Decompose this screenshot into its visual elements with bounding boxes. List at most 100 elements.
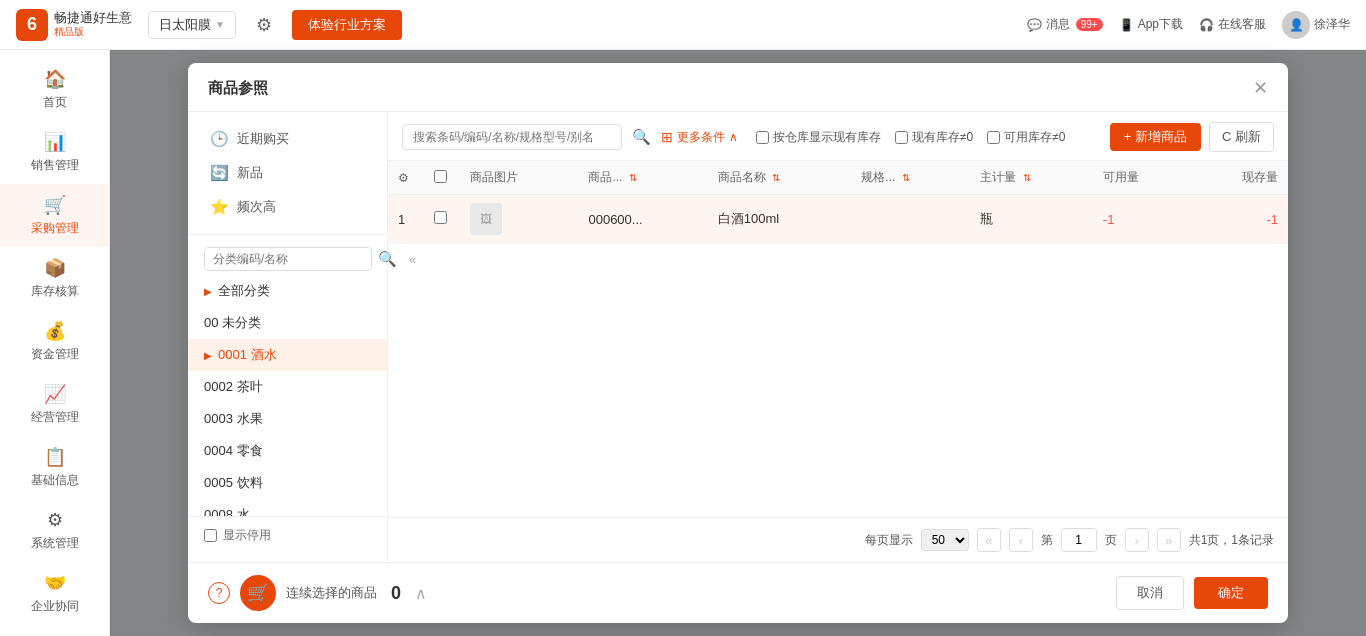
checkbox-warehouse-input[interactable] (756, 131, 769, 144)
quick-label-frequent: 频次高 (237, 198, 276, 216)
prev-page-button[interactable]: ‹ (1009, 528, 1033, 552)
category-item-0003[interactable]: 0003 水果 (188, 403, 387, 435)
service-nav-item[interactable]: 🎧 在线客服 (1199, 16, 1266, 33)
purchase-icon: 🛒 (44, 194, 66, 216)
category-search-bar: 🔍 (196, 243, 401, 275)
table-row[interactable]: 1 🖼 000600... 白酒100ml 瓶 (388, 195, 1288, 244)
checkbox-stock-nonzero-input[interactable] (895, 131, 908, 144)
modal-close-button[interactable]: ✕ (1253, 77, 1268, 99)
category-item-all[interactable]: ▶ 全部分类 (188, 275, 387, 307)
filter-checkboxes: 按仓库显示现有库存 现有库存≠0 可用库存≠0 (756, 129, 1066, 146)
cell-check[interactable] (424, 195, 460, 244)
checkbox-stock-nonzero[interactable]: 现有库存≠0 (895, 129, 973, 146)
new-icon: 🔄 (210, 164, 229, 182)
col-settings[interactable]: ⚙ (388, 161, 424, 195)
col-spec-label: 规格... (861, 170, 895, 184)
per-page-label: 每页显示 (865, 532, 913, 549)
col-available: 可用量 (1093, 161, 1191, 195)
cart-button[interactable]: 🛒 (240, 575, 276, 611)
frequent-icon: ⭐ (210, 198, 229, 216)
category-item-0002[interactable]: 0002 茶叶 (188, 371, 387, 403)
sidebar-label-purchase: 采购管理 (31, 220, 79, 237)
cart-count: 0 (391, 583, 401, 604)
col-unit[interactable]: 主计量 ⇅ (970, 161, 1093, 195)
sidebar-item-home[interactable]: 🏠 首页 (0, 58, 109, 121)
product-search-icon[interactable]: 🔍 (632, 128, 651, 146)
category-list: ▶ 全部分类 00 未分类 ▶ 0001 酒水 0002 茶 (188, 275, 387, 516)
checkbox-available-nonzero-input[interactable] (987, 131, 1000, 144)
category-search-input[interactable] (204, 247, 372, 271)
app-icon: 📱 (1119, 18, 1134, 32)
category-label-0008: 0008 水 (204, 506, 250, 516)
sidebar-item-basic[interactable]: 📋 基础信息 (0, 436, 109, 499)
sidebar-item-system[interactable]: ⚙ 系统管理 (0, 499, 109, 562)
page-label: 第 (1041, 532, 1053, 549)
sort-unit-icon: ⇅ (1023, 172, 1031, 183)
quick-item-recent[interactable]: 🕒 近期购买 (200, 124, 375, 154)
trial-button[interactable]: 体验行业方案 (292, 10, 402, 40)
messages-nav-item[interactable]: 💬 消息 99+ (1027, 16, 1103, 33)
user-nav-item[interactable]: 👤 徐泽华 (1282, 11, 1350, 39)
category-item-0004[interactable]: 0004 零食 (188, 435, 387, 467)
home-icon: 🏠 (44, 68, 66, 90)
col-stock: 现存量 (1190, 161, 1288, 195)
per-page-select[interactable]: 50 (921, 529, 969, 551)
sidebar-item-ops[interactable]: 📈 经营管理 (0, 373, 109, 436)
refresh-button[interactable]: C 刷新 (1209, 122, 1274, 152)
checkbox-warehouse[interactable]: 按仓库显示现有库存 (756, 129, 881, 146)
page-input[interactable] (1061, 528, 1097, 552)
col-code-label: 商品... (588, 170, 622, 184)
select-all-checkbox[interactable] (434, 170, 447, 183)
row-checkbox[interactable] (434, 211, 447, 224)
col-code[interactable]: 商品... ⇅ (578, 161, 707, 195)
pagination: 每页显示 50 « ‹ 第 页 › » 共1页，1条记录 (388, 517, 1288, 562)
last-page-button[interactable]: » (1157, 528, 1181, 552)
messages-badge: 99+ (1076, 18, 1103, 31)
category-item-0008[interactable]: 0008 水 (188, 499, 387, 516)
app-download-nav-item[interactable]: 📱 App下载 (1119, 16, 1183, 33)
cell-stock: -1 (1190, 195, 1288, 244)
next-page-button[interactable]: › (1125, 528, 1149, 552)
first-page-button[interactable]: « (977, 528, 1001, 552)
modal-title: 商品参照 (208, 79, 268, 98)
cancel-button[interactable]: 取消 (1116, 576, 1184, 610)
col-name[interactable]: 商品名称 ⇅ (708, 161, 851, 195)
sort-code-icon: ⇅ (629, 172, 637, 183)
sidebar-item-finance[interactable]: 💰 资金管理 (0, 310, 109, 373)
confirm-button[interactable]: 确定 (1194, 577, 1268, 609)
add-product-button[interactable]: + 新增商品 (1110, 123, 1201, 151)
category-item-0005[interactable]: 0005 饮料 (188, 467, 387, 499)
sidebar-item-collab[interactable]: 🤝 企业协同 (0, 562, 109, 625)
logo-area: 6 畅捷通好生意 精品版 (16, 9, 136, 41)
col-spec[interactable]: 规格... ⇅ (851, 161, 970, 195)
category-item-0001[interactable]: ▶ 0001 酒水 (188, 339, 387, 371)
settings-icon[interactable]: ⚙ (248, 9, 280, 41)
show-disabled-checkbox[interactable] (204, 529, 217, 542)
help-button[interactable]: ? (208, 582, 230, 604)
category-arrow-0001: ▶ (204, 350, 212, 361)
cell-code: 000600... (578, 195, 707, 244)
sidebar-item-inventory[interactable]: 📦 库存核算 (0, 247, 109, 310)
more-filter-button[interactable]: ⊞ 更多条件 ∧ (661, 129, 738, 146)
store-selector[interactable]: 日太阳膜 ▼ (148, 11, 236, 39)
sidebar-item-purchase[interactable]: 🛒 采购管理 (0, 184, 109, 247)
product-image: 🖼 (470, 203, 502, 235)
cart-collapse-icon[interactable]: ∧ (415, 584, 427, 603)
content-area: 商品参照 ✕ 🕒 近期购买 🔄 (110, 50, 1366, 636)
quick-item-frequent[interactable]: ⭐ 频次高 (200, 192, 375, 222)
sidebar-item-sales[interactable]: 📊 销售管理 (0, 121, 109, 184)
checkbox-available-nonzero[interactable]: 可用库存≠0 (987, 129, 1065, 146)
sidebar: 🏠 首页 📊 销售管理 🛒 采购管理 📦 库存核算 💰 资金管理 📈 经营管理 … (0, 50, 110, 636)
cell-img: 🖼 (460, 195, 578, 244)
sidebar-label-system: 系统管理 (31, 535, 79, 552)
category-item-00[interactable]: 00 未分类 (188, 307, 387, 339)
right-actions: + 新增商品 C 刷新 (1110, 122, 1274, 152)
right-panel: 🔍 ⊞ 更多条件 ∧ 按仓库显示现有库存 (388, 112, 1288, 562)
sidebar-item-guide[interactable]: 🌟 新手引导 (0, 625, 109, 636)
product-search-input[interactable] (402, 124, 622, 150)
modal-overlay: 商品参照 ✕ 🕒 近期购买 🔄 (110, 50, 1366, 636)
cell-unit: 瓶 (970, 195, 1093, 244)
messages-label: 消息 (1046, 16, 1070, 33)
col-img-label: 商品图片 (470, 170, 518, 184)
quick-item-new[interactable]: 🔄 新品 (200, 158, 375, 188)
